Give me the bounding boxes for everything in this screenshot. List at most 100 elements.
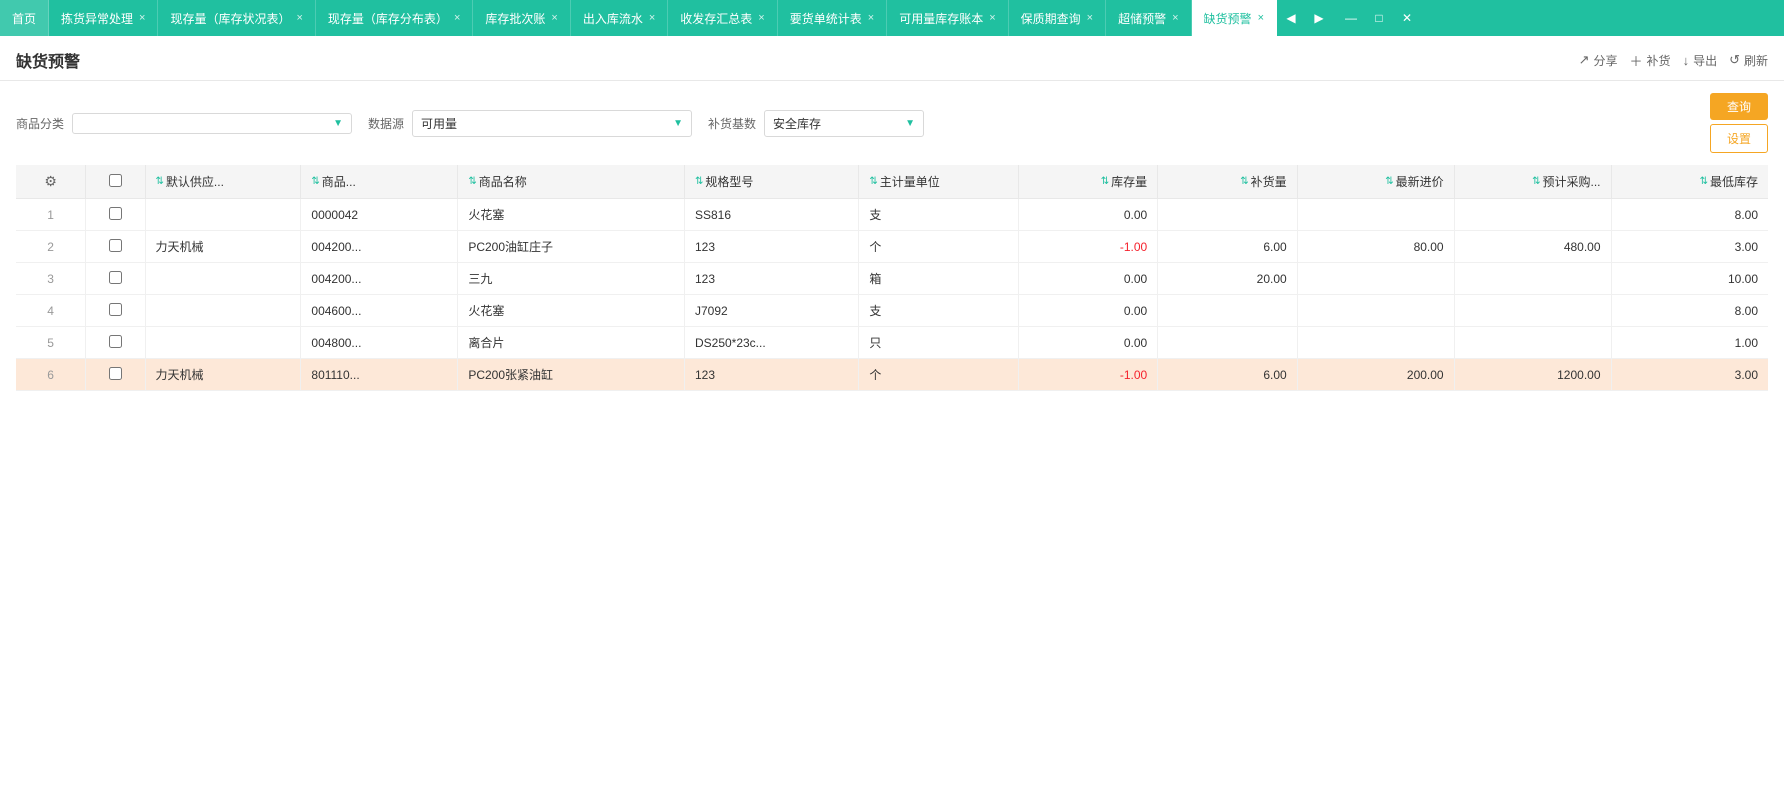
refresh-button[interactable]: ↺ 刷新 [1729,52,1768,69]
tab-recv-summary[interactable]: 收发存汇总表 × [668,0,777,36]
tab-close-avail-ledger[interactable]: × [989,12,995,24]
row-checkbox[interactable] [109,207,122,220]
row-name: 火花塞 [458,199,685,231]
checkbox-column-header[interactable] [86,165,145,199]
filter-datasource: 数据源 可用量 ▼ [368,110,692,137]
header-actions: ↗ 分享 ＋ 补货 ↓ 导出 ↺ 刷新 [1579,51,1768,70]
table-row[interactable]: 3 004200... 三九 123 箱 0.00 20.00 10.00 [16,263,1768,295]
tab-overstock[interactable]: 超储预警 × [1106,0,1191,36]
sort-code[interactable]: ⇅ 商品... [311,173,355,190]
sort-min-stock[interactable]: ⇅ 最低库存 [1700,173,1758,190]
share-icon: ↗ [1579,52,1590,68]
row-supplier: 力天机械 [145,359,301,391]
replenish-button[interactable]: ＋ 补货 [1630,51,1671,70]
tab-stock-status[interactable]: 现存量（库存状况表） × [158,0,315,36]
row-checkbox-cell[interactable] [86,327,145,359]
row-unit: 个 [859,359,1018,391]
row-min-stock: 8.00 [1611,199,1768,231]
tab-home[interactable]: 首页 [0,0,49,36]
sort-replenish-qty[interactable]: ⇅ 补货量 [1240,173,1286,190]
row-code: 004200... [301,231,458,263]
tab-stock-dist[interactable]: 现存量（库存分布表） × [316,0,473,36]
row-checkbox[interactable] [109,239,122,252]
sort-min-stock-icon: ⇅ [1700,176,1708,187]
replenish-base-label: 补货基数 [708,115,756,132]
sort-supplier[interactable]: ⇅ 默认供应... [156,173,224,190]
data-table: ⚙ ⇅ 默认供应... ⇅ 商品... [16,165,1768,391]
row-checkbox[interactable] [109,271,122,284]
tab-prev-btn[interactable]: ◀ [1277,0,1305,36]
table-header-row: ⚙ ⇅ 默认供应... ⇅ 商品... [16,165,1768,199]
th-spec: ⇅ 规格型号 [684,165,858,199]
row-est-purchase: 1200.00 [1454,359,1611,391]
row-checkbox-cell[interactable] [86,295,145,327]
gear-column-header[interactable]: ⚙ [16,165,86,199]
tab-close-shortage[interactable]: × [1258,12,1264,24]
tab-close-recv-summary[interactable]: × [758,12,764,24]
th-unit: ⇅ 主计量单位 [859,165,1018,199]
select-all-checkbox[interactable] [109,174,122,187]
tab-shortage[interactable]: 缺货预警 × [1192,0,1277,36]
th-latest-price: ⇅ 最新进价 [1297,165,1454,199]
row-unit: 支 [859,295,1018,327]
tab-expiry[interactable]: 保质期查询 × [1009,0,1106,36]
table-row[interactable]: 4 004600... 火花塞 J7092 支 0.00 8.00 [16,295,1768,327]
sort-replenish-qty-icon: ⇅ [1240,176,1248,187]
replenish-icon: ＋ [1630,51,1643,70]
th-supplier: ⇅ 默认供应... [145,165,301,199]
window-minimize-btn[interactable]: — [1337,0,1365,36]
share-button[interactable]: ↗ 分享 [1579,52,1618,69]
sort-name-icon: ⇅ [468,176,476,187]
datasource-select[interactable]: 可用量 ▼ [412,110,692,137]
row-spec: J7092 [684,295,858,327]
row-index: 6 [16,359,86,391]
tab-close-stock-dist[interactable]: × [454,12,460,24]
gear-icon[interactable]: ⚙ [44,173,57,189]
sort-stock[interactable]: ⇅ 库存量 [1101,173,1147,190]
row-checkbox-cell[interactable] [86,263,145,295]
row-checkbox-cell[interactable] [86,199,145,231]
row-code: 004600... [301,295,458,327]
sort-latest-price[interactable]: ⇅ 最新进价 [1385,173,1443,190]
row-checkbox[interactable] [109,303,122,316]
tab-avail-ledger[interactable]: 可用量库存账本 × [887,0,1008,36]
tab-next-btn[interactable]: ▶ [1305,0,1333,36]
tab-batch[interactable]: 库存批次账 × [473,0,570,36]
th-min-stock: ⇅ 最低库存 [1611,165,1768,199]
table-row[interactable]: 6 力天机械 801110... PC200张紧油缸 123 个 -1.00 6… [16,359,1768,391]
row-stock: 0.00 [1018,263,1157,295]
tab-close-inout-flow[interactable]: × [649,12,655,24]
row-checkbox[interactable] [109,335,122,348]
table-row[interactable]: 5 004800... 离合片 DS250*23c... 只 0.00 1.00 [16,327,1768,359]
table-row[interactable]: 1 0000042 火花塞 SS816 支 0.00 8.00 [16,199,1768,231]
window-maximize-btn[interactable]: □ [1365,0,1393,36]
sort-latest-price-icon: ⇅ [1385,176,1393,187]
window-close-btn[interactable]: ✕ [1393,0,1421,36]
settings-button[interactable]: 设置 [1710,124,1768,153]
row-checkbox-cell[interactable] [86,231,145,263]
sort-name[interactable]: ⇅ 商品名称 [468,173,526,190]
tab-abnormal[interactable]: 拣货异常处理 × [49,0,158,36]
row-checkbox[interactable] [109,367,122,380]
sort-spec[interactable]: ⇅ 规格型号 [695,173,753,190]
sort-est-purchase[interactable]: ⇅ 预计采购... [1532,173,1600,190]
tab-close-abnormal[interactable]: × [139,12,145,24]
row-checkbox-cell[interactable] [86,359,145,391]
sort-unit[interactable]: ⇅ 主计量单位 [869,173,939,190]
query-button[interactable]: 查询 [1710,93,1768,120]
row-est-purchase [1454,263,1611,295]
replenish-base-select[interactable]: 安全库存 ▼ [764,110,924,137]
tab-close-overstock[interactable]: × [1172,12,1178,24]
row-unit: 支 [859,199,1018,231]
tab-close-order-stats[interactable]: × [868,12,874,24]
tab-close-expiry[interactable]: × [1087,12,1093,24]
tab-close-stock-status[interactable]: × [296,12,302,24]
tab-close-batch[interactable]: × [551,12,557,24]
row-supplier: 力天机械 [145,231,301,263]
category-select[interactable]: ▼ [72,113,352,134]
filter-replenish-base: 补货基数 安全库存 ▼ [708,110,924,137]
export-button[interactable]: ↓ 导出 [1683,52,1718,69]
tab-inout-flow[interactable]: 出入库流水 × [571,0,668,36]
tab-order-stats[interactable]: 要货单统计表 × [778,0,887,36]
table-row[interactable]: 2 力天机械 004200... PC200油缸庄子 123 个 -1.00 6… [16,231,1768,263]
